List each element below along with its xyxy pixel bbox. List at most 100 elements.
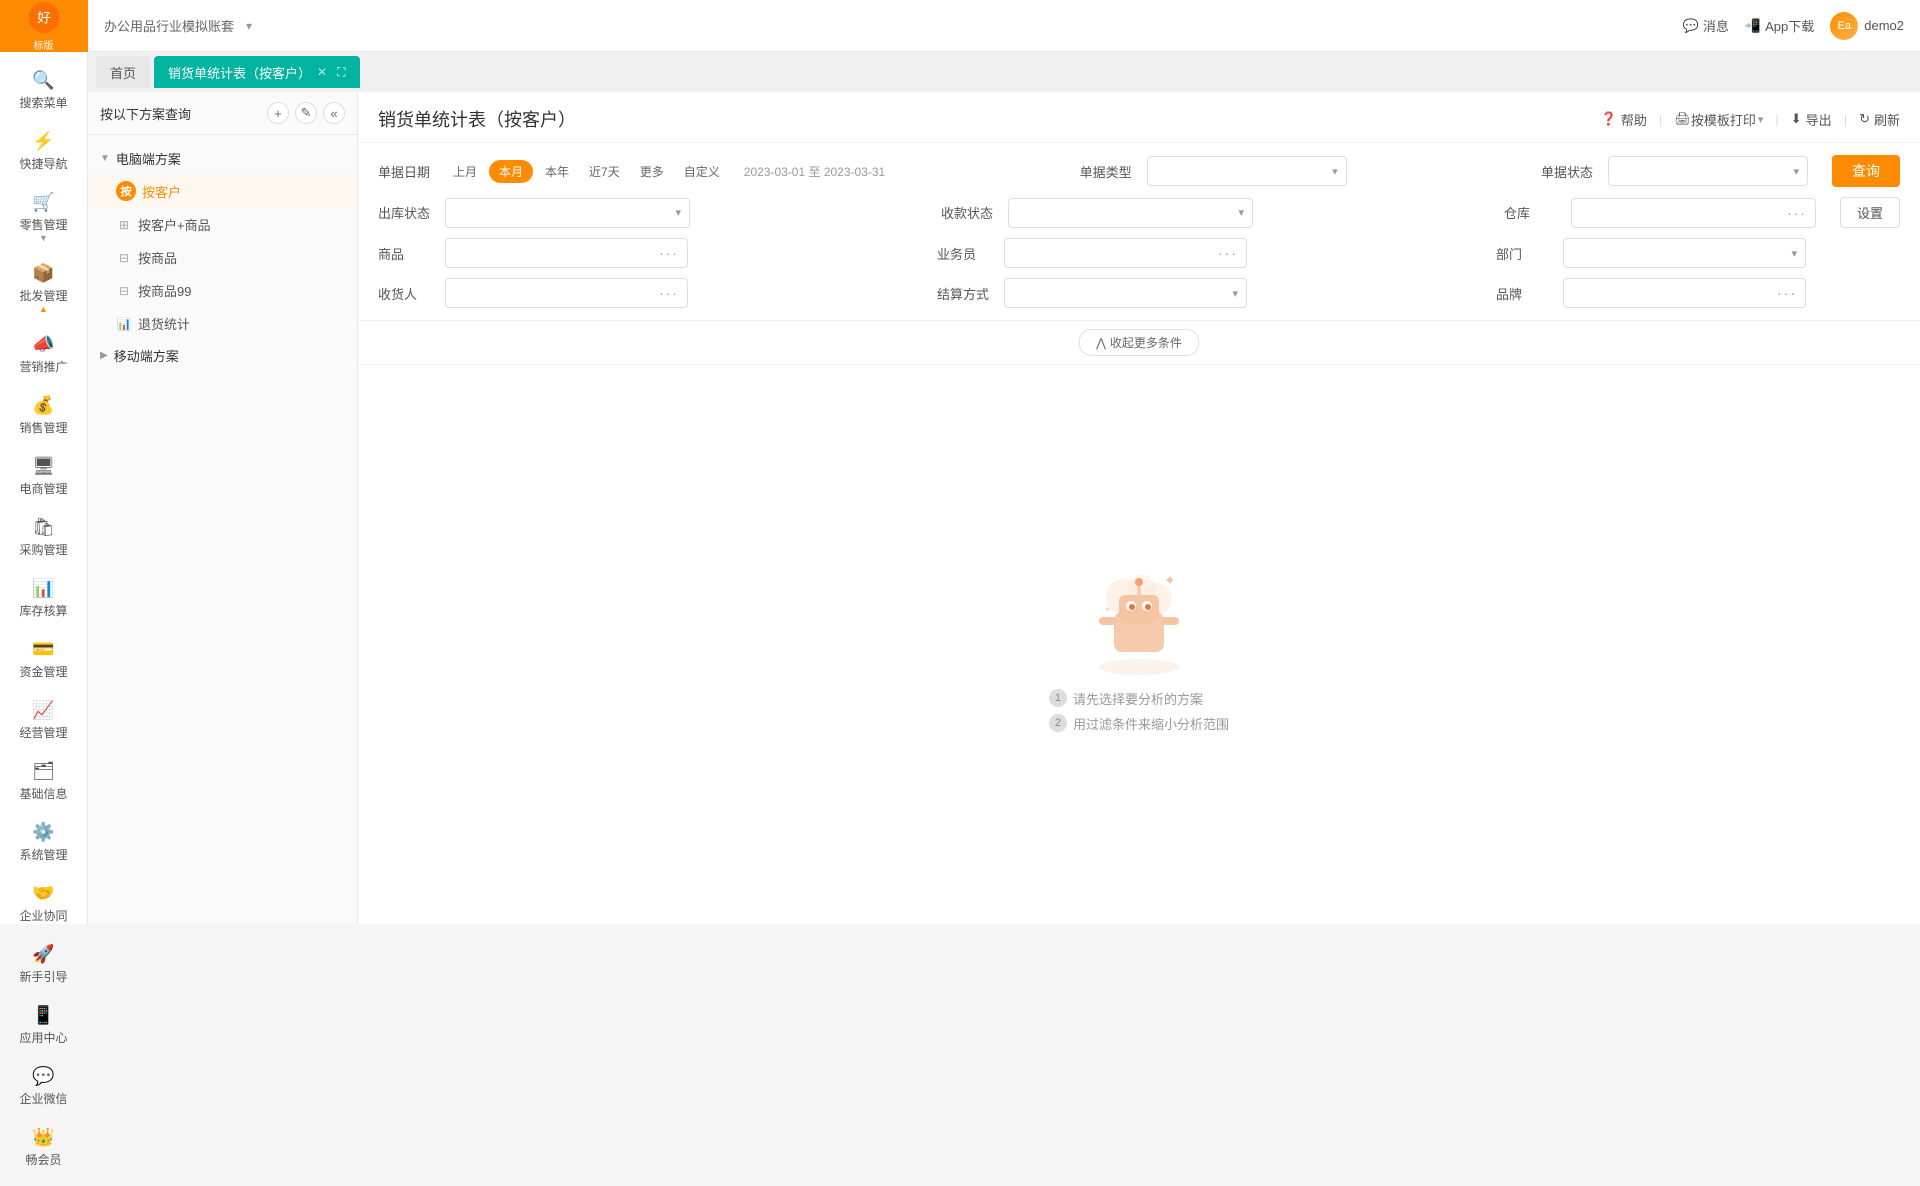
query-btn[interactable]: 查询 [1832,155,1900,187]
tab-home[interactable]: 首页 [96,56,150,88]
date-tab-more[interactable]: 更多 [632,160,672,183]
sidebar-item-marketing[interactable]: 📣 营销推广 [0,324,87,385]
tab-maximize-icon[interactable]: ⛶ [337,65,345,80]
empty-tip-2: 2 用过滤条件来缩小分析范围 [1049,714,1229,733]
date-tab-custom[interactable]: 自定义 [676,160,728,183]
edit-scheme-btn[interactable]: ✎ [295,102,317,124]
sidebar-item-finance[interactable]: 💳 资金管理 [0,629,87,690]
query-btn-area: 查询 [1832,155,1900,187]
tree-item-by-customer-label: 按客户 [142,182,181,201]
collapse-more-btn[interactable]: ⋀ 收起更多条件 [1079,329,1199,356]
print-btn[interactable]: 🖨 按模板打印 ▾ [1674,110,1763,129]
tree-section-pc-header[interactable]: ▼ 电脑端方案 [88,143,357,174]
salesperson-label: 业务员 [937,244,992,263]
filter-row-3: 商品 ··· 业务员 ··· 部门 ▾ [378,238,1900,268]
tab-close-icon[interactable]: ✕ [317,65,327,79]
sidebar-nav: 🔍 搜索菜单 ⚡ 快捷导航 🛒 零售管理 ▼ 📦 批发管理 ▲ 📣 营销推广 💰… [0,52,87,1186]
tree-item-return-stat[interactable]: 📊 退货统计 [88,307,357,340]
sidebar-item-inventory[interactable]: 📊 库存核算 [0,568,87,629]
help-btn[interactable]: ❓ 帮助 [1601,110,1647,129]
edit-icon: ✎ [301,105,312,121]
tree-item-by-customer[interactable]: 按 按客户 [88,174,357,208]
warehouse-label: 仓库 [1504,203,1559,222]
tab-sales-stat[interactable]: 销货单统计表（按客户） ✕ ⛶ [154,56,359,88]
tree-item-customer-goods[interactable]: ⊞ 按客户+商品 [88,208,357,241]
order-status-select[interactable]: ▾ [1608,156,1808,186]
logo-icon: 好 [26,0,62,35]
sidebar-item-system-label: 系统管理 [19,846,67,863]
order-type-chevron-icon: ▾ [1332,165,1338,178]
avatar: Ea [1830,12,1858,40]
goods-dots-icon: ··· [659,245,679,261]
tree-item-customer-goods-label: 按客户+商品 [138,215,211,234]
sidebar-item-marketing-label: 营销推广 [19,358,67,375]
collapse-panel-btn[interactable]: « [323,102,345,124]
settlement-chevron-icon: ▾ [1232,287,1238,300]
divider-1: | [1659,112,1662,127]
sidebar-item-newbie-label: 新手引导 [19,968,67,985]
settings-btn[interactable]: 设置 [1840,197,1900,228]
sidebar-item-quicknav[interactable]: ⚡ 快捷导航 [0,121,87,182]
basic-icon: 🗂 [32,761,55,782]
sidebar-item-basic[interactable]: 🗂 基础信息 [0,751,87,812]
collapse-more-label: 收起更多条件 [1110,334,1182,351]
sidebar-item-appcenter[interactable]: 📱 应用中心 [0,995,87,1056]
scheme-icon-4: 📊 [116,316,132,332]
salesperson-select[interactable]: ··· [1004,238,1247,268]
page-title: 销货单统计表（按客户） [378,106,576,132]
help-icon: ❓ [1601,111,1617,127]
receiver-dots-icon: ··· [659,285,679,301]
empty-illustration: ✦ ✦ [1074,557,1204,677]
tab-sales-stat-label: 销货单统计表（按客户） [168,63,311,82]
sidebar-item-sales[interactable]: 💰 销售管理 [0,385,87,446]
department-select[interactable]: ▾ [1563,238,1806,268]
sidebar-item-member[interactable]: 👑 畅会员 [0,1117,87,1178]
page-header: 销货单统计表（按客户） ❓ 帮助 | 🖨 按模板打印 ▾ | ⬇ [358,92,1920,143]
collapse-row: ⋀ 收起更多条件 [358,321,1920,365]
sidebar-item-retail[interactable]: 🛒 零售管理 ▼ [0,182,87,253]
receiver-select[interactable]: ··· [445,278,688,308]
tree-item-goods99[interactable]: ⊟ 按商品99 [88,274,357,307]
tree-section-mobile-label: 移动端方案 [114,346,179,365]
order-type-select[interactable]: ▾ [1147,156,1347,186]
member-icon: 👑 [32,1127,54,1148]
warehouse-dots-icon: ··· [1787,205,1807,221]
date-tab-7days[interactable]: 近7天 [581,160,628,183]
brand-select[interactable]: ··· [1563,278,1806,308]
sidebar-item-wholesale[interactable]: 📦 批发管理 ▲ [0,253,87,324]
out-status-select[interactable]: ▾ [445,198,690,228]
sidebar-item-search[interactable]: 🔍 搜索菜单 [0,60,87,121]
tree-section-mobile-header[interactable]: ▶ 移动端方案 [88,340,357,371]
app-download-icon: 📲 [1745,18,1761,34]
sidebar-item-system[interactable]: ⚙️ 系统管理 [0,812,87,873]
warehouse-select[interactable]: ··· [1571,198,1816,228]
sidebar-item-purchase[interactable]: 🛍 采购管理 [0,507,87,568]
date-tab-this-month[interactable]: 本月 [489,160,533,183]
topbar-chevron-icon[interactable]: ▾ [246,19,252,33]
user-profile-btn[interactable]: Ea demo2 [1830,12,1904,40]
sidebar-item-ecommerce[interactable]: 🖥 电商管理 [0,446,87,507]
sidebar-item-newbie[interactable]: 🚀 新手引导 [0,934,87,995]
print-chevron-icon[interactable]: ▾ [1758,113,1764,126]
right-panel: 销货单统计表（按客户） ❓ 帮助 | 🖨 按模板打印 ▾ | ⬇ [358,92,1920,924]
sidebar-item-purchase-label: 采购管理 [19,541,67,558]
date-tab-this-year[interactable]: 本年 [537,160,577,183]
refresh-btn[interactable]: ↻ 刷新 [1859,110,1900,129]
refresh-label: 刷新 [1874,110,1900,129]
help-label: 帮助 [1621,110,1647,129]
add-scheme-btn[interactable]: + [267,102,289,124]
message-btn[interactable]: 💬 消息 [1683,16,1729,35]
svg-text:好: 好 [37,10,51,25]
brand-dots-icon: ··· [1777,285,1797,301]
app-download-btn[interactable]: 📲 App下载 [1745,16,1814,35]
export-btn[interactable]: ⬇ 导出 [1791,110,1832,129]
goods-select[interactable]: ··· [445,238,688,268]
payment-status-select[interactable]: ▾ [1008,198,1253,228]
date-tab-last-month[interactable]: 上月 [445,160,485,183]
sidebar-item-corpwechat[interactable]: 💬 企业微信 [0,1056,87,1117]
tree-item-by-goods[interactable]: ⊟ 按商品 [88,241,357,274]
salesperson-dots-icon: ··· [1218,245,1238,261]
sidebar-item-cooperation[interactable]: 🤝 企业协同 [0,873,87,934]
sidebar-item-operations[interactable]: 📈 经营管理 [0,690,87,751]
settlement-select[interactable]: ▾ [1004,278,1247,308]
